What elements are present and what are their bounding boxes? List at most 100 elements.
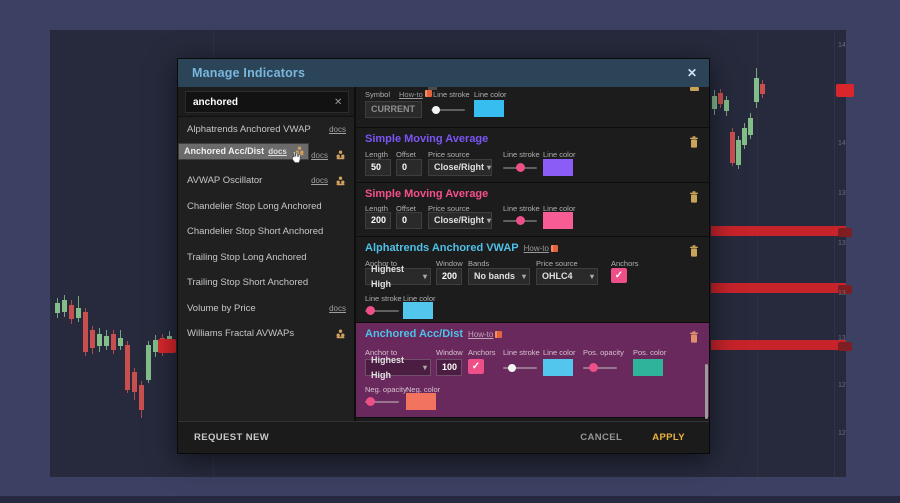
section-sma-1: Simple Moving Average Length Offset Pric… [356,128,709,183]
line-stroke-slider[interactable] [503,363,537,372]
anchors-checkbox[interactable]: ✓ [611,268,627,283]
docs-link[interactable]: docs [268,144,287,159]
symbol-input[interactable]: CURRENT [365,101,422,118]
sidebar-item-7[interactable]: Trailing Stop Short Anchored [178,270,354,296]
sidebar-item-6[interactable]: Trailing Stop Long Anchored [178,245,354,271]
line-stroke-slider[interactable] [365,306,399,315]
line-stroke-slider[interactable] [503,163,537,172]
premium-icon [335,329,346,339]
pos-color-label: Pos. color [633,348,666,357]
candle [62,300,67,312]
trash-icon[interactable] [690,87,699,91]
length-label: Length [365,150,388,159]
candle [125,345,130,390]
trash-icon[interactable] [689,245,699,257]
bands-select[interactable]: No bands▾ [468,268,530,285]
section-anchored-accdist: Anchored Acc/DistHow-to Anchor to Window… [356,323,709,418]
sidebar-item-4[interactable]: Chandelier Stop Long Anchored [178,194,354,220]
close-icon[interactable]: ✕ [687,66,697,80]
window-input[interactable]: 100 [436,359,462,376]
length-input[interactable]: 200 [365,212,391,229]
line-color-swatch[interactable] [543,359,573,376]
indicator-settings-panel: Symbol How-to CURRENT Line stroke Line c… [356,87,709,423]
line-stroke-slider[interactable] [503,216,537,225]
line-color-swatch[interactable] [403,302,433,319]
line-stroke-label: Line stroke [503,150,540,159]
line-color-swatch[interactable] [543,159,573,176]
candle [748,118,753,135]
price-source-select[interactable]: Close/Right▾ [428,159,492,176]
anchor-to-select[interactable]: Highest High▾ [365,268,431,285]
axis-label: 12 [838,382,846,389]
axis-label: 13 [838,240,846,247]
candle [736,140,741,165]
cancel-button[interactable]: CANCEL [580,432,622,443]
trash-icon[interactable] [689,136,699,148]
offset-input[interactable]: 0 [396,212,422,229]
sidebar-item-9[interactable]: Williams Fractal AVWAPs [178,321,354,347]
docs-link[interactable]: docs [329,304,346,313]
premium-icon [335,150,346,160]
apply-button[interactable]: APPLY [652,432,685,443]
anchors-label: Anchors [468,348,496,357]
sidebar-item-0[interactable]: Alphatrends Anchored VWAP docs [178,117,354,143]
sidebar-item-3[interactable]: AVWAP Oscillator docs [178,168,354,194]
premium-icon [335,176,346,186]
candle [724,100,729,111]
docs-link[interactable]: docs [311,176,328,185]
anchors-label: Anchors [611,259,639,268]
axis-label: 13 [838,190,846,197]
trash-icon[interactable] [689,331,699,343]
pos-opacity-slider[interactable] [583,363,617,372]
line-stroke-slider[interactable] [431,105,465,114]
window-label: Window [436,259,463,268]
line-color-swatch[interactable] [543,212,573,229]
howto-link[interactable]: How-to [468,330,493,339]
line-stroke-label: Line stroke [503,348,540,357]
candle [90,330,95,348]
search-clear-icon[interactable]: ✕ [327,97,349,108]
length-input[interactable]: 50 [365,159,391,176]
candle [754,78,759,102]
window-input[interactable]: 200 [436,268,462,285]
candle [83,312,88,352]
candle [760,84,765,94]
window-frame-bottom [0,496,900,503]
line-stroke-label: Line stroke [433,90,470,99]
chevron-down-icon: ▾ [522,269,526,284]
anchor-to-select[interactable]: Highest High▾ [365,359,431,376]
neg-opacity-slider[interactable] [365,397,399,406]
candle [69,305,74,319]
book-icon [551,245,558,252]
trash-icon[interactable] [689,191,699,203]
book-icon [425,90,432,97]
docs-link[interactable]: docs [329,125,346,134]
panel-scrollbar[interactable] [705,364,708,419]
dialog-footer: REQUEST NEW CANCEL APPLY [178,421,709,453]
candle [111,334,116,350]
howto-link[interactable]: How-to [524,244,549,253]
howto-link[interactable]: How-to [399,90,423,99]
offset-label: Offset [396,150,416,159]
price-source-select[interactable]: OHLC4▾ [536,268,598,285]
neg-color-swatch[interactable] [406,393,436,410]
sidebar-item-5[interactable]: Chandelier Stop Short Anchored [178,219,354,245]
candle [132,372,137,392]
offset-input[interactable]: 0 [396,159,422,176]
line-stroke-label: Line stroke [365,294,402,303]
line-color-swatch[interactable] [474,100,504,117]
request-new-button[interactable]: REQUEST NEW [194,432,580,443]
price-tag [158,339,176,353]
search-input[interactable] [186,97,327,108]
section-title: Alphatrends Anchored VWAPHow-to [365,242,558,254]
candle [718,93,723,104]
anchors-checkbox[interactable]: ✓ [468,359,484,374]
search-row: ✕ [178,87,354,117]
docs-link[interactable]: docs [311,151,328,160]
section-sma-2: Simple Moving Average Length Offset Pric… [356,183,709,237]
pos-color-swatch[interactable] [633,359,663,376]
symbol-label: Symbol [365,90,390,99]
price-source-select[interactable]: Close/Right▾ [428,212,492,229]
axis-label: 13 [838,335,846,342]
sidebar-item-8[interactable]: Volume by Price docs [178,296,354,322]
